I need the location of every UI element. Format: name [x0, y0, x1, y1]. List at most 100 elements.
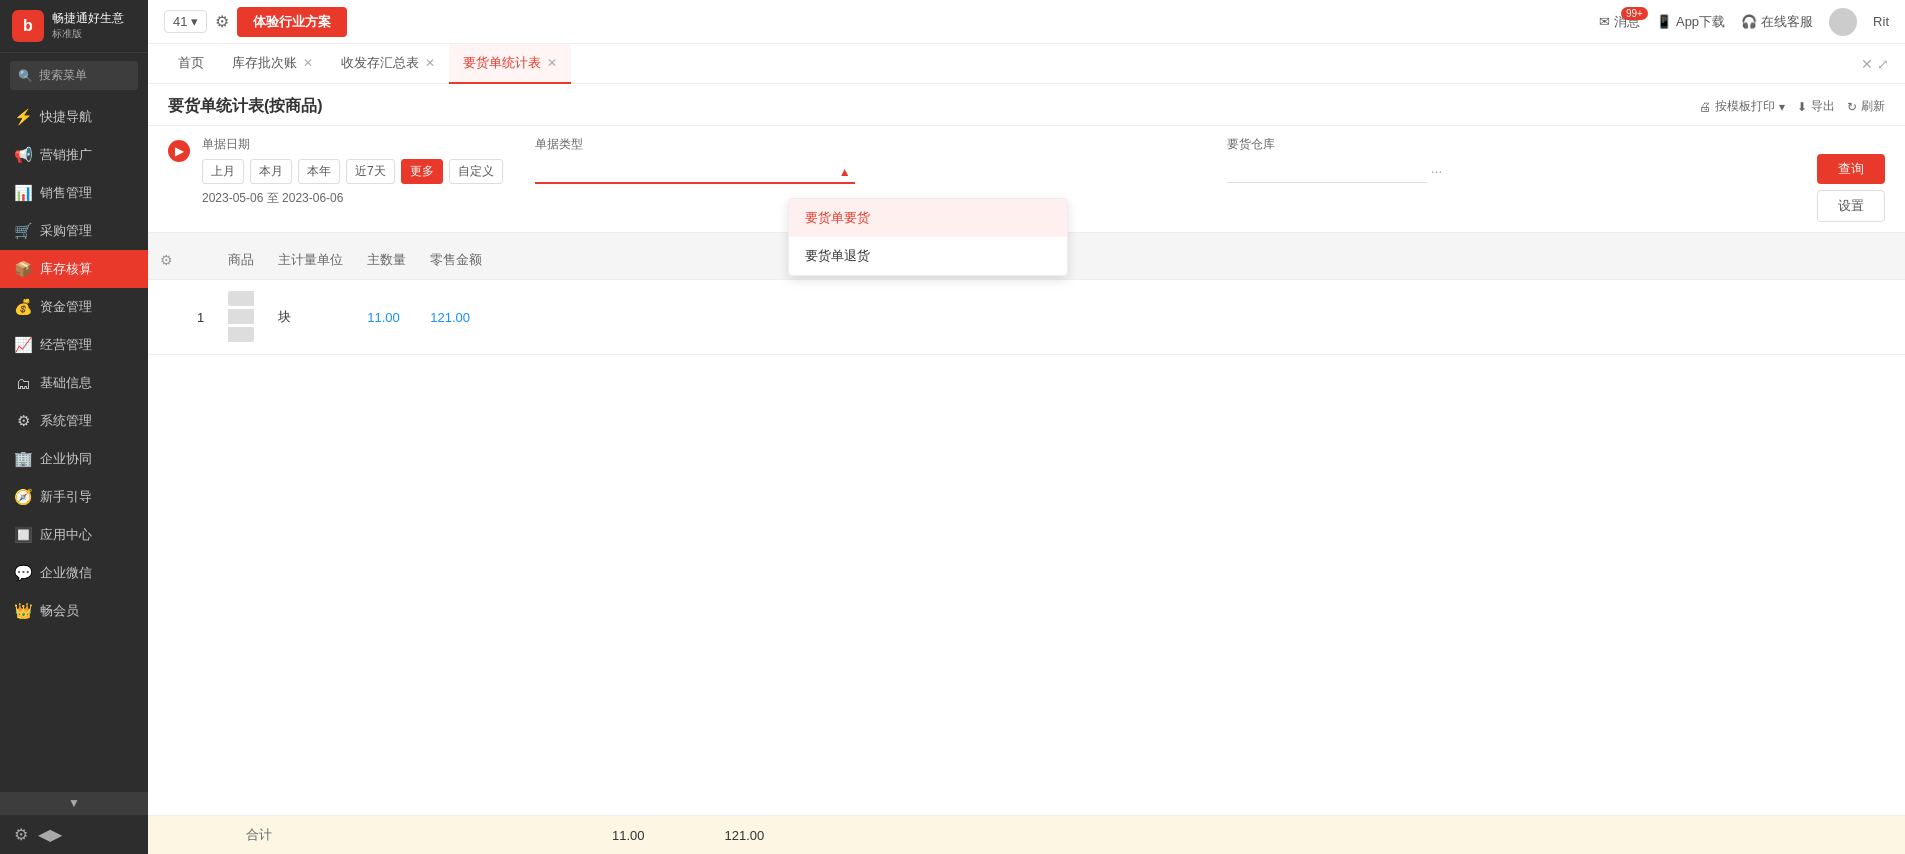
- page-title: 要货单统计表(按商品): [168, 96, 323, 117]
- message-icon: ✉: [1599, 14, 1610, 29]
- table-area: ⚙ 商品 主计量单位 主数量 零售金额 1: [148, 241, 1905, 815]
- type-input-field[interactable]: [535, 159, 855, 184]
- search-menu-button[interactable]: 🔍 搜索菜单: [10, 61, 138, 90]
- date-btn-7days[interactable]: 近7天: [346, 159, 395, 184]
- date-btn-last-month[interactable]: 上月: [202, 159, 244, 184]
- type-chevron-up-icon[interactable]: ▲: [839, 165, 851, 179]
- wechat-icon: 💬: [14, 564, 32, 582]
- tab-inventory-batch[interactable]: 库存批次账 ✕: [218, 44, 327, 84]
- sidebar-item-basic[interactable]: 🗂 基础信息: [0, 364, 148, 402]
- expand-filter-btn[interactable]: ▶: [168, 140, 190, 162]
- guide-label: 新手引导: [40, 488, 92, 506]
- td-qty: 11.00: [355, 280, 418, 355]
- tabbar: 首页 库存批次账 ✕ 收发存汇总表 ✕ 要货单统计表 ✕ ✕ ⤢: [148, 44, 1905, 84]
- td-goods: 商品名称信息: [216, 280, 266, 355]
- query-btn[interactable]: 查询: [1817, 154, 1885, 184]
- company-selector[interactable]: 41 ▾: [164, 10, 207, 33]
- vip-icon: 👑: [14, 602, 32, 620]
- tab-collect-summary-close[interactable]: ✕: [425, 56, 435, 70]
- company-chevron-icon: ▾: [191, 14, 198, 29]
- tab-requisition-stats-close[interactable]: ✕: [547, 56, 557, 70]
- system-label: 系统管理: [40, 412, 92, 430]
- refresh-btn[interactable]: ↻ 刷新: [1847, 98, 1885, 115]
- type-dropdown-menu: 要货单要货 要货单退货: [788, 198, 1068, 276]
- warehouse-input-field[interactable]: [1227, 159, 1427, 183]
- filter-settings-btn[interactable]: 设置: [1817, 190, 1885, 222]
- sidebar-item-wechat[interactable]: 💬 企业微信: [0, 554, 148, 592]
- export-btn[interactable]: ⬇ 导出: [1797, 98, 1835, 115]
- avatar[interactable]: [1829, 8, 1857, 36]
- export-label: 导出: [1811, 98, 1835, 115]
- filter-actions: 查询 设置: [1817, 136, 1885, 222]
- footer-settings-icon[interactable]: ⚙: [14, 825, 28, 844]
- tab-close-all[interactable]: ✕ ⤢: [1861, 56, 1889, 72]
- sidebar-item-quicknav[interactable]: ⚡ 快捷导航: [0, 98, 148, 136]
- warehouse-filter-label: 要货仓库: [1227, 136, 1443, 153]
- page-header: 要货单统计表(按商品) 🖨 按模板打印 ▾ ⬇ 导出 ↻ 刷新: [148, 84, 1905, 126]
- app-name-label: 畅捷通好生意: [52, 11, 124, 27]
- tab-collect-summary[interactable]: 收发存汇总表 ✕: [327, 44, 449, 84]
- table-footer: 合计 11.00 121.00: [148, 815, 1905, 854]
- messages-btn[interactable]: ✉ 消息 99+: [1599, 13, 1640, 31]
- th-settings[interactable]: ⚙: [148, 241, 185, 280]
- finance-label: 资金管理: [40, 298, 92, 316]
- topbar: 41 ▾ ⚙ 体验行业方案 ✉ 消息 99+ 📱 App下载 🎧 在线客服 Ri…: [148, 0, 1905, 44]
- tab-home-label: 首页: [178, 54, 204, 72]
- date-btn-more[interactable]: 更多: [401, 159, 443, 184]
- date-btn-this-year[interactable]: 本年: [298, 159, 340, 184]
- search-icon: 🔍: [18, 69, 33, 83]
- app-download-btn[interactable]: 📱 App下载: [1656, 13, 1725, 31]
- sidebar-item-enterprise[interactable]: 🏢 企业协同: [0, 440, 148, 478]
- tab-requisition-stats[interactable]: 要货单统计表 ✕: [449, 44, 571, 84]
- td-settings: [148, 280, 185, 355]
- tab-home[interactable]: 首页: [164, 44, 218, 84]
- sidebar-item-sales[interactable]: 📊 销售管理: [0, 174, 148, 212]
- quicknav-label: 快捷导航: [40, 108, 92, 126]
- topbar-settings-icon[interactable]: ⚙: [215, 12, 229, 31]
- date-btn-custom[interactable]: 自定义: [449, 159, 503, 184]
- tab-inventory-batch-close[interactable]: ✕: [303, 56, 313, 70]
- sidebar-item-system[interactable]: ⚙ 系统管理: [0, 402, 148, 440]
- purchase-icon: 🛒: [14, 222, 32, 240]
- service-icon: 🎧: [1741, 14, 1757, 29]
- sidebar-item-purchase[interactable]: 🛒 采购管理: [0, 212, 148, 250]
- operations-label: 经营管理: [40, 336, 92, 354]
- trial-btn[interactable]: 体验行业方案: [237, 7, 347, 37]
- sidebar: b 畅捷通好生意 标准版 🔍 搜索菜单 ⚡ 快捷导航 📢 营销推广 📊 销售管理…: [0, 0, 148, 854]
- print-template-btn[interactable]: 🖨 按模板打印 ▾: [1699, 98, 1785, 115]
- wechat-label: 企业微信: [40, 564, 92, 582]
- sidebar-item-finance[interactable]: 💰 资金管理: [0, 288, 148, 326]
- sidebar-nav: ⚡ 快捷导航 📢 营销推广 📊 销售管理 🛒 采购管理 📦 库存核算 💰 资金管…: [0, 98, 148, 792]
- user-name: Rit: [1873, 14, 1889, 29]
- appcenter-label: 应用中心: [40, 526, 92, 544]
- sidebar-item-vip[interactable]: 👑 畅会员: [0, 592, 148, 630]
- type-filter-label: 单据类型: [535, 136, 855, 153]
- finance-icon: 💰: [14, 298, 32, 316]
- refresh-icon: ↻: [1847, 100, 1857, 114]
- sidebar-item-guide[interactable]: 🧭 新手引导: [0, 478, 148, 516]
- appcenter-icon: 🔲: [14, 526, 32, 544]
- print-label: 按模板打印: [1715, 98, 1775, 115]
- sidebar-item-appcenter[interactable]: 🔲 应用中心: [0, 516, 148, 554]
- footer-collapse-icon[interactable]: ◀▶: [38, 825, 62, 844]
- operations-icon: 📈: [14, 336, 32, 354]
- enterprise-icon: 🏢: [14, 450, 32, 468]
- dropdown-item-requisition-return[interactable]: 要货单退货: [789, 237, 1067, 275]
- sidebar-item-operations[interactable]: 📈 经营管理: [0, 326, 148, 364]
- topbar-right: ✉ 消息 99+ 📱 App下载 🎧 在线客服 Rit: [1599, 8, 1889, 36]
- date-btn-this-month[interactable]: 本月: [250, 159, 292, 184]
- sidebar-item-marketing[interactable]: 📢 营销推广: [0, 136, 148, 174]
- sidebar-scroll-down[interactable]: ▼: [0, 792, 148, 814]
- online-service-btn[interactable]: 🎧 在线客服: [1741, 13, 1813, 31]
- tab-requisition-stats-label: 要货单统计表: [463, 54, 541, 72]
- column-settings-icon[interactable]: ⚙: [160, 252, 173, 268]
- date-range-text: 2023-05-06 至 2023-06-06: [202, 190, 503, 207]
- td-index: 1: [185, 280, 216, 355]
- date-filter-label: 单据日期: [202, 136, 503, 153]
- maximize-icon: ⤢: [1877, 56, 1889, 72]
- sidebar-item-inventory[interactable]: 📦 库存核算: [0, 250, 148, 288]
- tab-collect-summary-label: 收发存汇总表: [341, 54, 419, 72]
- warehouse-more-icon[interactable]: ···: [1431, 163, 1443, 179]
- filter-bar: ▶ 单据日期 上月 本月 本年 近7天 更多 自定义 2023-05-06 至 …: [148, 126, 1905, 233]
- dropdown-item-requisition-order[interactable]: 要货单要货: [789, 199, 1067, 237]
